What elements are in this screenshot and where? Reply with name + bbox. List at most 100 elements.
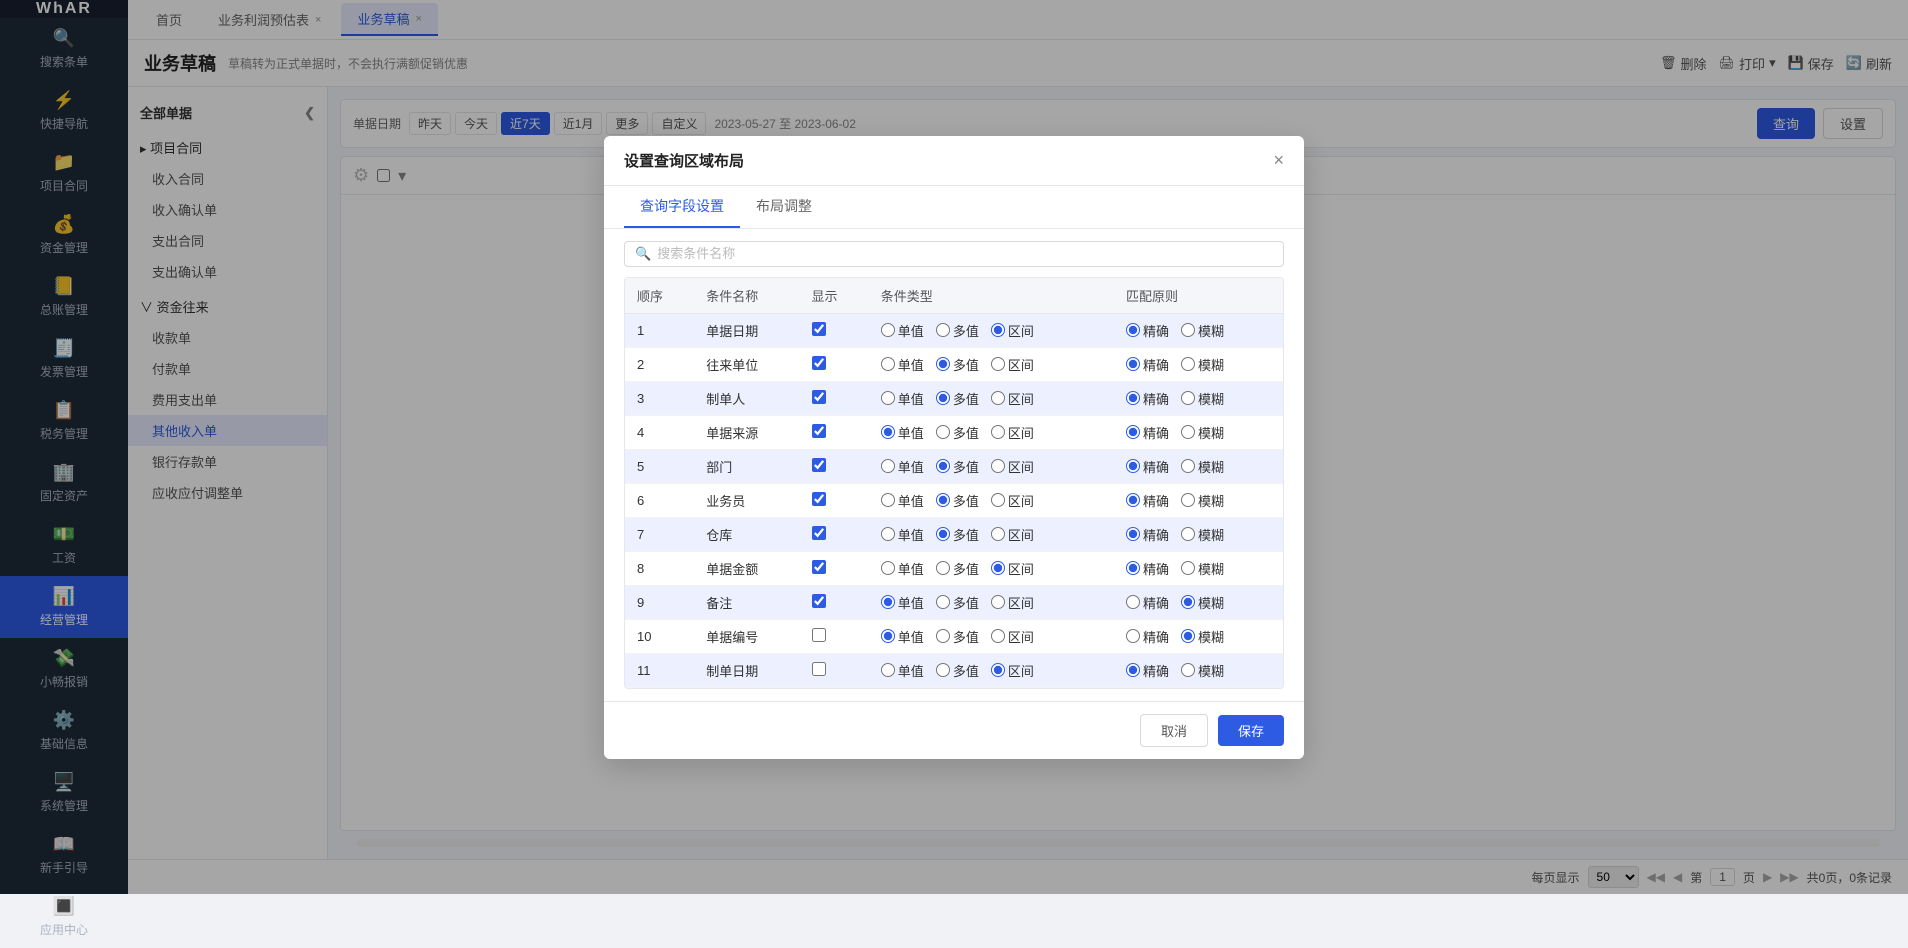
match-fuzzy-radio[interactable]: 模糊 bbox=[1181, 423, 1224, 442]
type-single-radio[interactable]: 单值 bbox=[881, 423, 924, 442]
match-exact-radio[interactable]: 精确 bbox=[1126, 457, 1169, 476]
show-checkbox[interactable] bbox=[812, 390, 826, 404]
match-fuzzy-radio[interactable]: 模糊 bbox=[1181, 457, 1224, 476]
row-show-cell[interactable] bbox=[800, 483, 869, 517]
match-exact-radio[interactable]: 精确 bbox=[1126, 661, 1169, 680]
row-show-cell[interactable] bbox=[800, 449, 869, 483]
row-show-cell[interactable] bbox=[800, 517, 869, 551]
match-fuzzy-radio[interactable]: 模糊 bbox=[1181, 321, 1224, 340]
show-checkbox[interactable] bbox=[812, 594, 826, 608]
row-show-cell[interactable] bbox=[800, 313, 869, 347]
type-multi-radio[interactable]: 多值 bbox=[936, 559, 979, 578]
match-exact-radio[interactable]: 精确 bbox=[1126, 355, 1169, 374]
show-checkbox[interactable] bbox=[812, 458, 826, 472]
type-multi-radio[interactable]: 多值 bbox=[936, 627, 979, 646]
table-row: 7仓库单值多值区间精确模糊 bbox=[625, 517, 1283, 551]
match-fuzzy-radio[interactable]: 模糊 bbox=[1181, 525, 1224, 544]
type-multi-radio[interactable]: 多值 bbox=[936, 457, 979, 476]
settings-modal: 设置查询区域布局 × 查询字段设置 布局调整 🔍 顺序 条件名称 显示 bbox=[604, 136, 1304, 759]
row-type-cell: 单值多值区间 bbox=[869, 653, 1114, 687]
type-single-radio[interactable]: 单值 bbox=[881, 389, 924, 408]
row-order: 9 bbox=[625, 585, 694, 619]
match-fuzzy-radio[interactable]: 模糊 bbox=[1181, 559, 1224, 578]
type-multi-radio[interactable]: 多值 bbox=[936, 661, 979, 680]
type-single-radio[interactable]: 单值 bbox=[881, 321, 924, 340]
row-type-cell: 单值多值区间 bbox=[869, 517, 1114, 551]
show-checkbox[interactable] bbox=[812, 322, 826, 336]
row-show-cell[interactable] bbox=[800, 551, 869, 585]
type-range-radio[interactable]: 区间 bbox=[991, 423, 1034, 442]
match-fuzzy-radio[interactable]: 模糊 bbox=[1181, 355, 1224, 374]
type-range-radio[interactable]: 区间 bbox=[991, 457, 1034, 476]
col-show: 显示 bbox=[800, 278, 869, 314]
show-checkbox[interactable] bbox=[812, 492, 826, 506]
modal-tabs: 查询字段设置 布局调整 bbox=[604, 186, 1304, 229]
tab-layout-adjust[interactable]: 布局调整 bbox=[740, 186, 828, 228]
row-type-cell: 单值多值区间 bbox=[869, 585, 1114, 619]
match-exact-radio[interactable]: 精确 bbox=[1126, 423, 1169, 442]
type-single-radio[interactable]: 单值 bbox=[881, 661, 924, 680]
show-checkbox[interactable] bbox=[812, 526, 826, 540]
match-exact-radio[interactable]: 精确 bbox=[1126, 559, 1169, 578]
type-single-radio[interactable]: 单值 bbox=[881, 559, 924, 578]
match-fuzzy-radio[interactable]: 模糊 bbox=[1181, 627, 1224, 646]
type-multi-radio[interactable]: 多值 bbox=[936, 389, 979, 408]
row-show-cell[interactable] bbox=[800, 347, 869, 381]
match-exact-radio[interactable]: 精确 bbox=[1126, 593, 1169, 612]
type-multi-radio[interactable]: 多值 bbox=[936, 593, 979, 612]
row-condition-name: 备注 bbox=[694, 585, 799, 619]
type-range-radio[interactable]: 区间 bbox=[991, 559, 1034, 578]
type-multi-radio[interactable]: 多值 bbox=[936, 355, 979, 374]
col-type: 条件类型 bbox=[869, 278, 1114, 314]
match-fuzzy-radio[interactable]: 模糊 bbox=[1181, 491, 1224, 510]
row-show-cell[interactable] bbox=[800, 585, 869, 619]
type-multi-radio[interactable]: 多值 bbox=[936, 525, 979, 544]
type-range-radio[interactable]: 区间 bbox=[991, 593, 1034, 612]
table-row: 6业务员单值多值区间精确模糊 bbox=[625, 483, 1283, 517]
row-order: 11 bbox=[625, 653, 694, 687]
show-checkbox[interactable] bbox=[812, 662, 826, 676]
match-exact-radio[interactable]: 精确 bbox=[1126, 525, 1169, 544]
type-range-radio[interactable]: 区间 bbox=[991, 389, 1034, 408]
type-single-radio[interactable]: 单值 bbox=[881, 457, 924, 476]
type-range-radio[interactable]: 区间 bbox=[991, 355, 1034, 374]
match-fuzzy-radio[interactable]: 模糊 bbox=[1181, 593, 1224, 612]
row-show-cell[interactable] bbox=[800, 381, 869, 415]
show-checkbox[interactable] bbox=[812, 356, 826, 370]
type-single-radio[interactable]: 单值 bbox=[881, 525, 924, 544]
match-exact-radio[interactable]: 精确 bbox=[1126, 321, 1169, 340]
type-range-radio[interactable]: 区间 bbox=[991, 627, 1034, 646]
row-type-cell: 单值多值区间 bbox=[869, 551, 1114, 585]
match-fuzzy-radio[interactable]: 模糊 bbox=[1181, 661, 1224, 680]
type-single-radio[interactable]: 单值 bbox=[881, 627, 924, 646]
type-single-radio[interactable]: 单值 bbox=[881, 491, 924, 510]
type-single-radio[interactable]: 单值 bbox=[881, 355, 924, 374]
show-checkbox[interactable] bbox=[812, 424, 826, 438]
row-show-cell[interactable] bbox=[800, 415, 869, 449]
type-single-radio[interactable]: 单值 bbox=[881, 593, 924, 612]
cancel-button[interactable]: 取消 bbox=[1140, 714, 1208, 747]
modal-save-button[interactable]: 保存 bbox=[1218, 715, 1284, 746]
type-range-radio[interactable]: 区间 bbox=[991, 661, 1034, 680]
match-exact-radio[interactable]: 精确 bbox=[1126, 491, 1169, 510]
type-multi-radio[interactable]: 多值 bbox=[936, 423, 979, 442]
type-multi-radio[interactable]: 多值 bbox=[936, 321, 979, 340]
type-multi-radio[interactable]: 多值 bbox=[936, 491, 979, 510]
type-range-radio[interactable]: 区间 bbox=[991, 525, 1034, 544]
row-show-cell[interactable] bbox=[800, 653, 869, 687]
condition-search-input[interactable] bbox=[657, 246, 1273, 261]
row-show-cell[interactable] bbox=[800, 619, 869, 653]
row-condition-name: 制单人 bbox=[694, 381, 799, 415]
table-row: 9备注单值多值区间精确模糊 bbox=[625, 585, 1283, 619]
match-exact-radio[interactable]: 精确 bbox=[1126, 627, 1169, 646]
type-range-radio[interactable]: 区间 bbox=[991, 491, 1034, 510]
modal-close-button[interactable]: × bbox=[1273, 151, 1284, 169]
show-checkbox[interactable] bbox=[812, 560, 826, 574]
sidebar-item-apps[interactable]: 🔳应用中心 bbox=[0, 886, 128, 948]
row-condition-name: 单据金额 bbox=[694, 551, 799, 585]
match-fuzzy-radio[interactable]: 模糊 bbox=[1181, 389, 1224, 408]
match-exact-radio[interactable]: 精确 bbox=[1126, 389, 1169, 408]
type-range-radio[interactable]: 区间 bbox=[991, 321, 1034, 340]
show-checkbox[interactable] bbox=[812, 628, 826, 642]
tab-field-settings[interactable]: 查询字段设置 bbox=[624, 186, 740, 228]
